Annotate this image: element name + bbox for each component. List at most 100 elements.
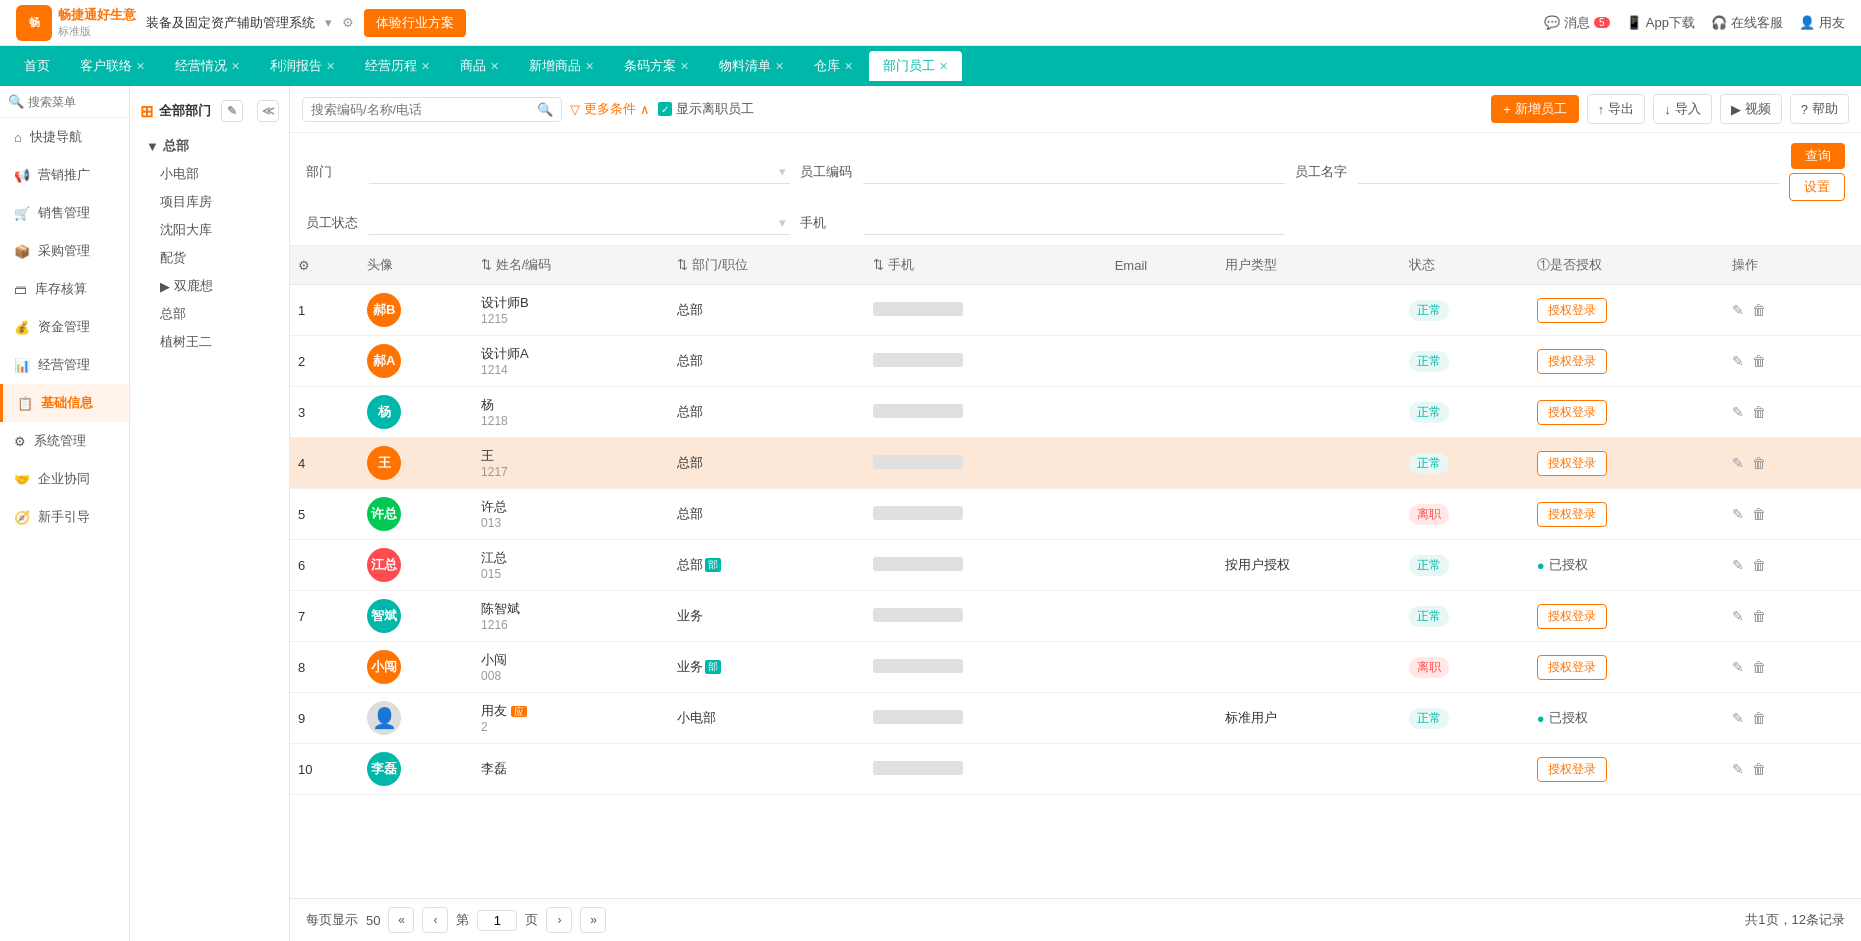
sidebar-item-purchase[interactable]: 📦 采购管理 [0, 232, 129, 270]
row-auth[interactable]: ●已授权 [1529, 540, 1725, 591]
tab-history[interactable]: 经营历程 ✕ [351, 51, 444, 81]
delete-btn[interactable]: 🗑 [1752, 608, 1766, 624]
last-page-btn[interactable]: » [580, 907, 606, 933]
auth-btn[interactable]: 授权登录 [1537, 757, 1607, 782]
dept-node-project[interactable]: 项目库房 [140, 188, 289, 216]
edit-btn[interactable]: ✎ [1732, 710, 1744, 726]
row-auth[interactable]: 授权登录 [1529, 285, 1725, 336]
help-btn[interactable]: ? 帮助 [1790, 94, 1849, 124]
sidebar-search[interactable]: 🔍 [0, 86, 129, 118]
auth-btn[interactable]: 授权登录 [1537, 298, 1607, 323]
add-employee-btn[interactable]: + 新增员工 [1491, 95, 1579, 123]
tab-close-icon[interactable]: ✕ [326, 60, 335, 73]
row-auth[interactable]: 授权登录 [1529, 387, 1725, 438]
edit-btn[interactable]: ✎ [1732, 557, 1744, 573]
set-btn[interactable]: 设置 [1789, 173, 1845, 201]
message-btn[interactable]: 💬 消息 5 [1544, 14, 1610, 32]
export-btn[interactable]: ↑ 导出 [1587, 94, 1646, 124]
tab-close-icon[interactable]: ✕ [231, 60, 240, 73]
delete-btn[interactable]: 🗑 [1752, 404, 1766, 420]
sidebar-item-collab[interactable]: 🤝 企业协同 [0, 460, 129, 498]
tab-department[interactable]: 部门员工 ✕ [869, 51, 962, 81]
tab-close-icon[interactable]: ✕ [585, 60, 594, 73]
query-btn[interactable]: 查询 [1791, 143, 1845, 169]
edit-btn[interactable]: ✎ [1732, 353, 1744, 369]
edit-btn[interactable]: ✎ [1732, 455, 1744, 471]
row-auth[interactable]: 授权登录 [1529, 642, 1725, 693]
col-settings[interactable]: ⚙ [290, 246, 359, 285]
dept-node-peihuo[interactable]: 配货 [140, 244, 289, 272]
row-auth[interactable]: ●已授权 [1529, 693, 1725, 744]
tab-add-goods[interactable]: 新增商品 ✕ [515, 51, 608, 81]
sidebar-item-sales[interactable]: 🛒 销售管理 [0, 194, 129, 232]
dept-node-shuanglu[interactable]: ▶ 双鹿想 [140, 272, 289, 300]
tab-operation[interactable]: 经营情况 ✕ [161, 51, 254, 81]
dept-node-zongbu-child[interactable]: 总部 [140, 300, 289, 328]
sidebar-item-finance[interactable]: 💰 资金管理 [0, 308, 129, 346]
tab-home[interactable]: 首页 [10, 51, 64, 81]
tab-close-icon[interactable]: ✕ [680, 60, 689, 73]
search-input[interactable] [311, 102, 531, 117]
col-phone[interactable]: ⇅ 手机 [865, 246, 1106, 285]
tab-close-icon[interactable]: ✕ [844, 60, 853, 73]
delete-btn[interactable]: 🗑 [1752, 710, 1766, 726]
row-auth[interactable]: 授权登录 [1529, 489, 1725, 540]
edit-btn[interactable]: ✎ [1732, 659, 1744, 675]
row-auth[interactable]: 授权登录 [1529, 744, 1725, 795]
delete-btn[interactable]: 🗑 [1752, 353, 1766, 369]
row-auth[interactable]: 授权登录 [1529, 336, 1725, 387]
row-auth[interactable]: 授权登录 [1529, 591, 1725, 642]
settings-icon[interactable]: ⚙ [342, 15, 354, 30]
sidebar-item-marketing[interactable]: 📢 营销推广 [0, 156, 129, 194]
tab-close-icon[interactable]: ✕ [939, 60, 948, 73]
video-btn[interactable]: ▶ 视频 [1720, 94, 1782, 124]
prev-page-btn[interactable]: ‹ [422, 907, 448, 933]
auth-btn[interactable]: 授权登录 [1537, 349, 1607, 374]
edit-btn[interactable]: ✎ [1732, 608, 1744, 624]
tab-close-icon[interactable]: ✕ [775, 60, 784, 73]
delete-btn[interactable]: 🗑 [1752, 302, 1766, 318]
app-download-btn[interactable]: 📱 App下载 [1626, 14, 1695, 32]
delete-btn[interactable]: 🗑 [1752, 455, 1766, 471]
tab-goods[interactable]: 商品 ✕ [446, 51, 513, 81]
tab-close-icon[interactable]: ✕ [421, 60, 430, 73]
first-page-btn[interactable]: « [388, 907, 414, 933]
delete-btn[interactable]: 🗑 [1752, 506, 1766, 522]
dept-node-shenyang[interactable]: 沈阳大库 [140, 216, 289, 244]
col-dept[interactable]: ⇅ 部门/职位 [669, 246, 865, 285]
sidebar-item-system[interactable]: ⚙ 系统管理 [0, 422, 129, 460]
emp-code-input[interactable] [863, 160, 1284, 184]
sidebar-search-input[interactable] [28, 95, 121, 109]
auth-btn[interactable]: 授权登录 [1537, 451, 1607, 476]
dept-node-zhishu[interactable]: 植树王二 [140, 328, 289, 356]
tab-barcode[interactable]: 条码方案 ✕ [610, 51, 703, 81]
phone-input[interactable] [863, 211, 1284, 235]
auth-btn[interactable]: 授权登录 [1537, 604, 1607, 629]
edit-btn[interactable]: ✎ [1732, 761, 1744, 777]
tab-warehouse[interactable]: 仓库 ✕ [800, 51, 867, 81]
import-btn[interactable]: ↓ 导入 [1653, 94, 1712, 124]
col-name[interactable]: ⇅ 姓名/编码 [473, 246, 669, 285]
dept-select[interactable]: ▾ [369, 160, 790, 184]
page-input[interactable] [477, 910, 517, 931]
more-filter-btn[interactable]: ▽ 更多条件 ∧ [570, 100, 650, 118]
tab-profit[interactable]: 利润报告 ✕ [256, 51, 349, 81]
trial-button[interactable]: 体验行业方案 [364, 9, 466, 37]
delete-btn[interactable]: 🗑 [1752, 761, 1766, 777]
edit-btn[interactable]: ✎ [1732, 302, 1744, 318]
tab-close-icon[interactable]: ✕ [490, 60, 499, 73]
tab-bom[interactable]: 物料清单 ✕ [705, 51, 798, 81]
dept-node-zongbu-parent[interactable]: ▼ 总部 [130, 132, 289, 160]
user-btn[interactable]: 👤 用友 [1799, 14, 1845, 32]
delete-btn[interactable]: 🗑 [1752, 659, 1766, 675]
dept-node-xiaodian[interactable]: 小电部 [140, 160, 289, 188]
dept-collapse-btn[interactable]: ≪ [257, 100, 279, 122]
sidebar-item-operation[interactable]: 📊 经营管理 [0, 346, 129, 384]
delete-btn[interactable]: 🗑 [1752, 557, 1766, 573]
edit-btn[interactable]: ✎ [1732, 506, 1744, 522]
auth-btn[interactable]: 授权登录 [1537, 655, 1607, 680]
tab-customer[interactable]: 客户联络 ✕ [66, 51, 159, 81]
auth-btn[interactable]: 授权登录 [1537, 502, 1607, 527]
sidebar-item-basic[interactable]: 📋 基础信息 [0, 384, 129, 422]
dropdown-arrow-icon[interactable]: ▾ [325, 15, 332, 30]
